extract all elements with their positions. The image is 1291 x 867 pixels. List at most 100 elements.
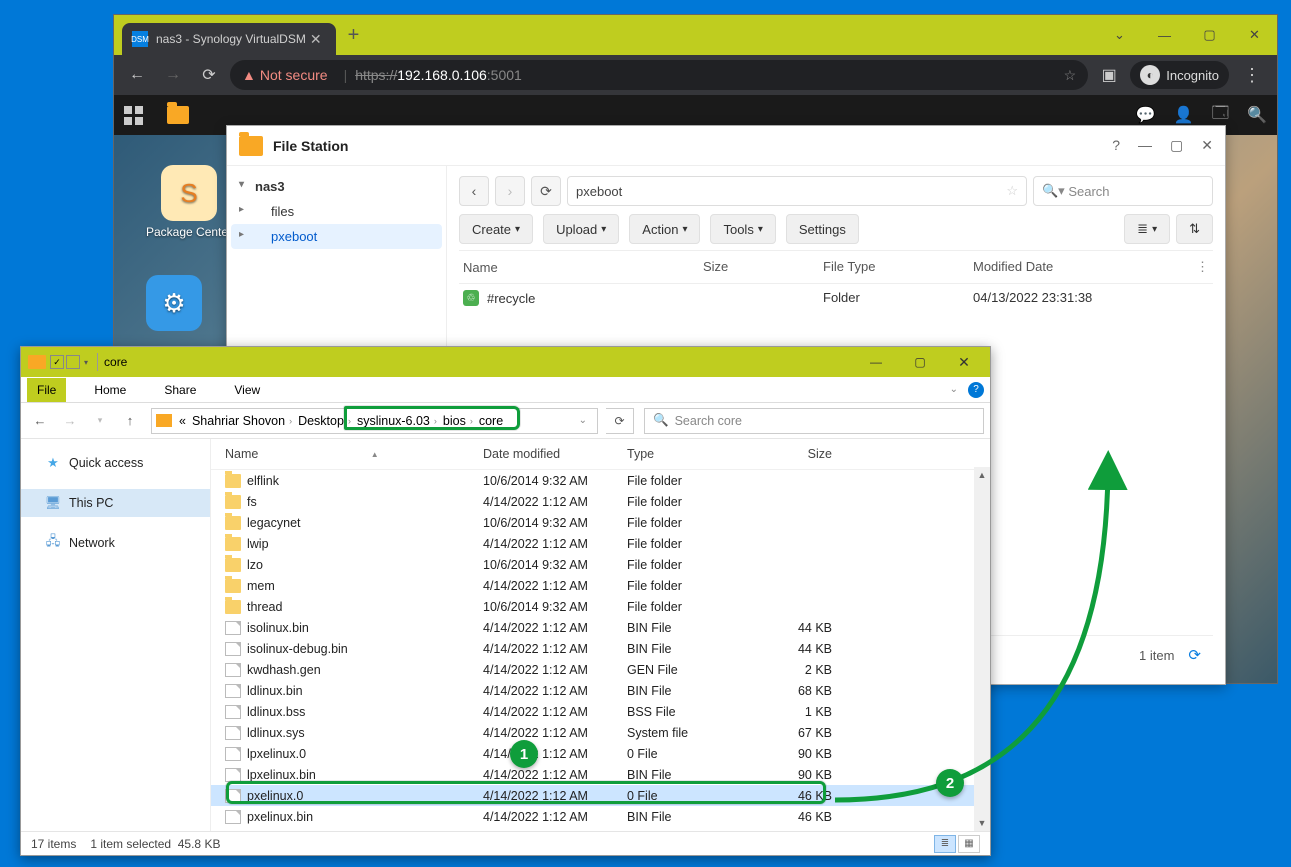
fs-minimize-button[interactable]: — xyxy=(1138,137,1152,154)
ribbon-tab-share[interactable]: Share xyxy=(154,378,206,402)
explorer-maximize-button[interactable]: ▢ xyxy=(898,348,942,376)
fs-refresh-button[interactable]: ⟳ xyxy=(531,176,561,206)
column-header-size[interactable]: Size xyxy=(747,447,832,461)
fs-header-name[interactable]: Name xyxy=(463,259,703,275)
dsm-search-icon[interactable]: 🔍 xyxy=(1247,105,1267,125)
reload-button[interactable]: ⟳ xyxy=(194,60,224,90)
fs-view-list-button[interactable]: ≣▾ xyxy=(1124,214,1170,244)
column-header-name[interactable]: Name▲ xyxy=(225,447,483,461)
browser-tab[interactable]: DSM nas3 - Synology VirtualDSM ✕ xyxy=(122,23,336,55)
explorer-forward-button[interactable]: → xyxy=(57,409,83,433)
ribbon-tab-home[interactable]: Home xyxy=(84,378,136,402)
fs-create-button[interactable]: Create▾ xyxy=(459,214,533,244)
qat-newfolder-icon[interactable] xyxy=(66,355,80,369)
fs-column-headers[interactable]: Name Size File Type Modified Date ⋮ xyxy=(459,250,1213,284)
forward-button[interactable]: → xyxy=(158,60,188,90)
file-row[interactable]: lzo10/6/2014 9:32 AMFile folder xyxy=(211,554,990,575)
ribbon-tab-view[interactable]: View xyxy=(224,378,270,402)
address-bar[interactable]: ▲ Not secure | https:// 192.168.0.106 :5… xyxy=(230,60,1088,90)
fs-action-button[interactable]: Action▾ xyxy=(629,214,700,244)
file-row[interactable]: ldlinux.bss4/14/2022 1:12 AMBSS File1 KB xyxy=(211,701,990,722)
qat-properties-icon[interactable]: ✓ xyxy=(50,355,64,369)
fs-header-type[interactable]: File Type xyxy=(823,259,973,275)
sidebar-this-pc[interactable]: 🖥This PC xyxy=(21,489,210,517)
sidebar-network[interactable]: 🖧Network xyxy=(21,529,210,557)
ribbon-tab-file[interactable]: File xyxy=(27,378,66,402)
sidebar-quick-access[interactable]: ★Quick access xyxy=(21,449,210,477)
file-row[interactable]: pxelinux.04/14/2022 1:12 AM0 File46 KB xyxy=(211,785,990,806)
dsm-filestation-shortcut-icon[interactable] xyxy=(167,106,189,124)
fs-header-date[interactable]: Modified Date xyxy=(973,259,1173,275)
explorer-path-bar[interactable]: « Shahriar Shovon› Desktop› syslinux-6.0… xyxy=(151,408,598,434)
tab-close-icon[interactable]: ✕ xyxy=(306,31,326,48)
chrome-menu-button[interactable]: ⋮ xyxy=(1235,65,1269,86)
chrome-close-button[interactable]: ✕ xyxy=(1232,15,1277,55)
fs-tree-root[interactable]: ▾nas3 xyxy=(231,174,442,199)
scroll-down-icon[interactable]: ▼ xyxy=(974,815,990,831)
fs-favorite-icon[interactable]: ☆ xyxy=(1006,183,1018,199)
file-row[interactable]: thread10/6/2014 9:32 AMFile folder xyxy=(211,596,990,617)
ribbon-help-icon[interactable]: ? xyxy=(968,382,984,398)
file-row[interactable]: ldlinux.bin4/14/2022 1:12 AMBIN File68 K… xyxy=(211,680,990,701)
chrome-maximize-button[interactable]: ▢ xyxy=(1187,15,1232,55)
scroll-up-icon[interactable]: ▲ xyxy=(974,467,990,483)
crumb-syslinux[interactable]: syslinux-6.03› xyxy=(354,414,440,428)
file-row[interactable]: mem4/14/2022 1:12 AMFile folder xyxy=(211,575,990,596)
fs-close-button[interactable]: ✕ xyxy=(1201,137,1213,154)
crumb-desktop[interactable]: Desktop› xyxy=(295,414,354,428)
explorer-titlebar[interactable]: ✓ ▾ core — ▢ ✕ xyxy=(21,347,990,377)
explorer-close-button[interactable]: ✕ xyxy=(942,348,986,376)
qat-dropdown-icon[interactable]: ▾ xyxy=(84,358,88,367)
file-row[interactable]: legacynet10/6/2014 9:32 AMFile folder xyxy=(211,512,990,533)
explorer-column-headers[interactable]: Name▲ Date modified Type Size xyxy=(211,439,990,470)
file-row[interactable]: ldlinux.sys4/14/2022 1:12 AMSystem file6… xyxy=(211,722,990,743)
explorer-minimize-button[interactable]: — xyxy=(854,348,898,376)
chrome-account-chevron-icon[interactable]: ⌄ xyxy=(1097,15,1142,55)
file-row[interactable]: kwdhash.gen4/14/2022 1:12 AMGEN File2 KB xyxy=(211,659,990,680)
fs-upload-button[interactable]: Upload▾ xyxy=(543,214,619,244)
file-row[interactable]: pxelinux.bin4/14/2022 1:12 AMBIN File46 … xyxy=(211,806,990,827)
file-row[interactable]: isolinux-debug.bin4/14/2022 1:12 AMBIN F… xyxy=(211,638,990,659)
ribbon-collapse-icon[interactable]: ⌄ xyxy=(950,384,958,395)
column-header-date[interactable]: Date modified xyxy=(483,447,627,461)
view-details-button[interactable]: ≣ xyxy=(934,835,956,853)
chrome-minimize-button[interactable]: — xyxy=(1142,15,1187,55)
crumb-user[interactable]: Shahriar Shovon› xyxy=(189,414,295,428)
explorer-back-button[interactable]: ← xyxy=(27,409,53,433)
fs-sort-button[interactable]: ⇅ xyxy=(1176,214,1213,244)
path-dropdown-icon[interactable]: ⌄ xyxy=(573,415,593,426)
file-row[interactable]: lpxelinux.bin4/14/2022 1:12 AMBIN File90… xyxy=(211,764,990,785)
crumb-core[interactable]: core xyxy=(476,414,506,428)
fs-column-options-icon[interactable]: ⋮ xyxy=(1196,259,1209,275)
explorer-recent-dropdown[interactable]: ▾ xyxy=(87,409,113,433)
fs-help-button[interactable]: ? xyxy=(1112,137,1120,154)
fs-forward-button[interactable]: › xyxy=(495,176,525,206)
fs-search-input[interactable]: 🔍▾ Search xyxy=(1033,176,1213,206)
bookmark-star-icon[interactable]: ☆ xyxy=(1064,67,1077,84)
incognito-badge[interactable]: ◐ Incognito xyxy=(1130,61,1229,89)
new-tab-button[interactable]: + xyxy=(336,20,372,51)
dsm-apps-icon[interactable] xyxy=(124,106,143,125)
crumb-overflow[interactable]: « xyxy=(176,414,189,428)
desktop-icon-control-panel[interactable]: ⚙ xyxy=(146,275,202,335)
back-button[interactable]: ← xyxy=(122,60,152,90)
fs-footer-refresh-icon[interactable]: ⟳ xyxy=(1188,646,1201,664)
explorer-path-refresh-button[interactable]: ⟳ xyxy=(606,408,634,434)
file-row[interactable]: lpxelinux.04/14/2022 1:12 AM0 File90 KB xyxy=(211,743,990,764)
file-row[interactable]: elflink10/6/2014 9:32 AMFile folder xyxy=(211,470,990,491)
fs-tree-item-files[interactable]: ▸files xyxy=(231,199,442,224)
view-large-icons-button[interactable]: ▦ xyxy=(958,835,980,853)
fs-row-recycle[interactable]: ♲#recycle Folder 04/13/2022 23:31:38 xyxy=(459,284,1213,312)
crumb-bios[interactable]: bios› xyxy=(440,414,476,428)
fs-settings-button[interactable]: Settings xyxy=(786,214,859,244)
dsm-user-icon[interactable]: 👤 xyxy=(1174,105,1194,125)
fs-tree-item-pxeboot[interactable]: ▸pxeboot xyxy=(231,224,442,249)
column-header-type[interactable]: Type xyxy=(627,447,747,461)
explorer-search-input[interactable]: 🔍 Search core xyxy=(644,408,984,434)
fs-header-size[interactable]: Size xyxy=(703,259,823,275)
file-row[interactable]: lwip4/14/2022 1:12 AMFile folder xyxy=(211,533,990,554)
file-station-titlebar[interactable]: File Station ? — ▢ ✕ xyxy=(227,126,1225,166)
fs-tools-button[interactable]: Tools▾ xyxy=(710,214,775,244)
file-row[interactable]: isolinux.bin4/14/2022 1:12 AMBIN File44 … xyxy=(211,617,990,638)
panel-icon[interactable]: ▣ xyxy=(1094,60,1124,90)
